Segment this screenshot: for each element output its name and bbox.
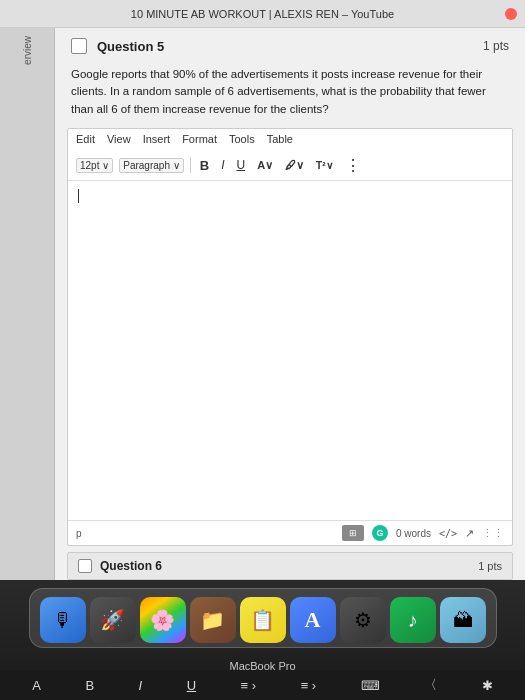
editor-cursor [78, 189, 79, 203]
menu-view[interactable]: View [107, 133, 131, 145]
question6-checkbox[interactable] [78, 559, 92, 573]
left-panel-label: erview [22, 36, 33, 65]
dock-app-appstore[interactable]: A [290, 597, 336, 643]
top-bar: 10 MINUTE AB WORKOUT | ALEXIS REN – YouT… [0, 0, 525, 28]
italic-button[interactable]: I [218, 157, 227, 173]
bold-button[interactable]: B [197, 157, 212, 174]
mac-btn-u[interactable]: U [181, 676, 202, 695]
question6-title: Question 6 [100, 559, 478, 573]
dock-app-notes[interactable]: 📋 [240, 597, 286, 643]
toolbar-divider [190, 157, 191, 173]
mac-btn-star[interactable]: ✱ [476, 676, 499, 695]
editor-bottom-bar: p ⊞ G 0 words </> ↗ ⋮⋮ [68, 520, 512, 545]
toolbar-row: 12pt ∨ Paragraph ∨ B I U A∨ 🖊∨ T² [76, 155, 504, 176]
dock-apps: 🎙 🚀 🌸 📁 📋 A ⚙ ♪ 🏔 [29, 588, 497, 648]
macos-bar: A B I U ≡ › ≡ › ⌨ 〈 ✱ [0, 670, 525, 700]
word-count: 0 words [396, 528, 431, 539]
dock-app-settings[interactable]: ⚙ [340, 597, 386, 643]
drag-icon[interactable]: ⋮⋮ [482, 527, 504, 540]
mac-btn-back[interactable]: 〈 [418, 674, 443, 696]
question5-header: Question 5 1 pts [55, 28, 525, 60]
editor-text-area[interactable] [68, 181, 512, 520]
editor-container: Edit View Insert Format Tools Table 12pt… [67, 128, 513, 546]
editor-menu: Edit View Insert Format Tools Table [76, 133, 504, 145]
paragraph-select[interactable]: Paragraph ∨ [119, 158, 183, 173]
left-panel: erview [0, 28, 55, 580]
dock-app-launchpad[interactable]: 🚀 [90, 597, 136, 643]
mac-btn-a[interactable]: A [26, 676, 47, 695]
editor-toolbar: Edit View Insert Format Tools Table 12pt… [68, 129, 512, 181]
close-button[interactable] [505, 8, 517, 20]
question6-preview[interactable]: Question 6 1 pts [67, 552, 513, 580]
mac-btn-list2[interactable]: ≡ › [295, 676, 323, 695]
link-button[interactable]: 🖊∨ [282, 158, 307, 173]
dock-app-safari[interactable]: 🏔 [440, 597, 486, 643]
font-color-button[interactable]: A∨ [254, 158, 276, 173]
question6-pts: 1 pts [478, 560, 502, 572]
question5-title: Question 5 [97, 39, 483, 54]
mac-btn-keyboard[interactable]: ⌨ [355, 676, 386, 695]
menu-tools[interactable]: Tools [229, 133, 255, 145]
expand-icon[interactable]: ↗ [465, 527, 474, 540]
code-tag[interactable]: </> [439, 528, 457, 539]
image-icon[interactable]: ⊞ [342, 525, 364, 541]
mac-btn-b[interactable]: B [79, 676, 100, 695]
menu-table[interactable]: Table [267, 133, 293, 145]
question5-text: Google reports that 90% of the advertise… [55, 60, 525, 128]
dock-app-spotify[interactable]: ♪ [390, 597, 436, 643]
menu-edit[interactable]: Edit [76, 133, 95, 145]
editor-bottom-right: ⊞ G 0 words </> ↗ ⋮⋮ [342, 525, 504, 541]
dock-app-photos[interactable]: 🌸 [140, 597, 186, 643]
superscript-button[interactable]: T²∨ [313, 159, 335, 172]
mac-btn-list1[interactable]: ≡ › [235, 676, 263, 695]
main-content: Question 5 1 pts Google reports that 90%… [55, 28, 525, 580]
menu-format[interactable]: Format [182, 133, 217, 145]
top-bar-title: 10 MINUTE AB WORKOUT | ALEXIS REN – YouT… [131, 8, 394, 20]
editor-block-type: p [76, 528, 82, 539]
question5-pts: 1 pts [483, 39, 509, 53]
menu-insert[interactable]: Insert [143, 133, 171, 145]
underline-button[interactable]: U [233, 157, 248, 173]
font-size-select[interactable]: 12pt ∨ [76, 158, 113, 173]
dock-app-finder[interactable]: 📁 [190, 597, 236, 643]
mac-btn-i[interactable]: I [133, 676, 149, 695]
grammarly-icon[interactable]: G [372, 525, 388, 541]
more-button[interactable]: ⋮ [342, 155, 364, 176]
question5-checkbox[interactable] [71, 38, 87, 54]
dock-app-siri[interactable]: 🎙 [40, 597, 86, 643]
